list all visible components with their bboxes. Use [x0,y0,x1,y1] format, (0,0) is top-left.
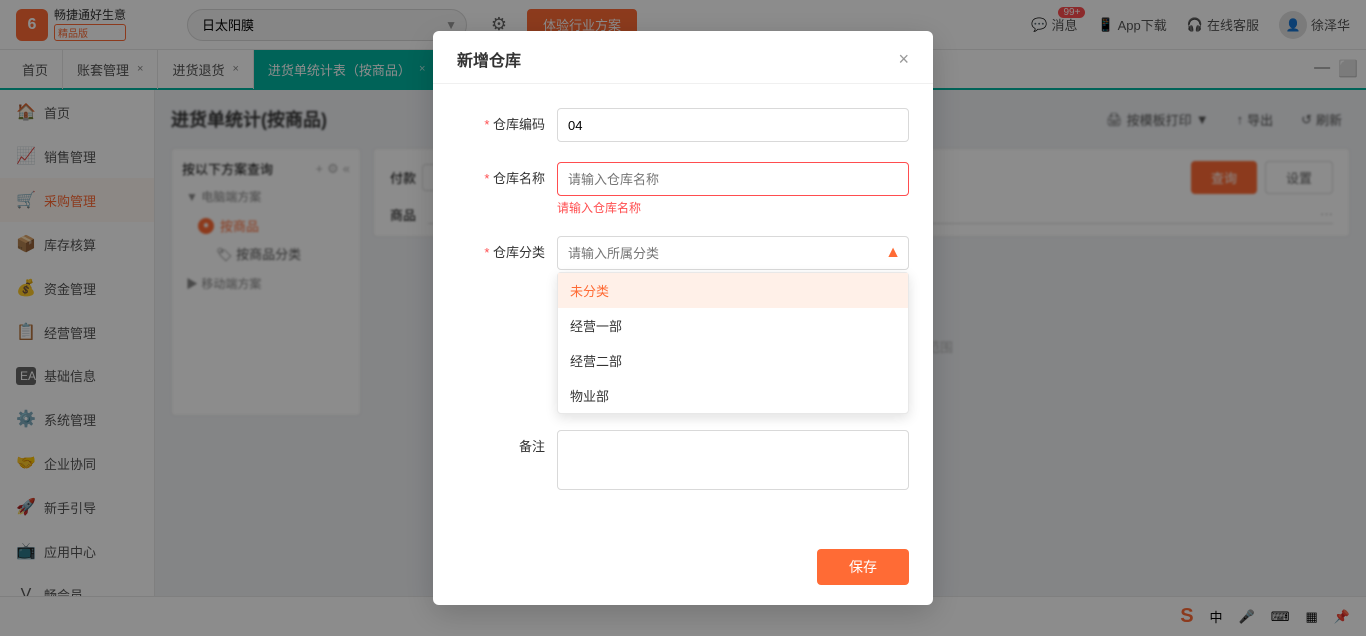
dropdown-item-unclassified[interactable]: 未分类 [558,273,908,308]
dropdown-item-dept3[interactable]: 物业部 [558,378,908,413]
category-select-wrap[interactable]: ▲ [557,236,909,270]
code-label: 仓库编码 [457,108,557,133]
code-input[interactable] [557,108,909,142]
form-row-code: 仓库编码 [457,108,909,142]
name-control: 请输入仓库名称 [557,162,909,216]
add-warehouse-dialog: 新增仓库 × 仓库编码 仓库名称 请输入仓库名称 仓库分类 [433,31,933,605]
form-row-name: 仓库名称 请输入仓库名称 [457,162,909,216]
category-arrow-icon[interactable]: ▲ [885,244,901,262]
dialog-body: 仓库编码 仓库名称 请输入仓库名称 仓库分类 ▲ [433,84,933,537]
category-label: 仓库分类 [457,236,557,261]
dialog-close-button[interactable]: × [898,49,909,70]
dialog-header: 新增仓库 × [433,31,933,84]
dialog-title: 新增仓库 [457,47,521,71]
category-input[interactable] [557,236,909,270]
form-row-notes: 备注 [457,430,909,493]
dropdown-item-dept2[interactable]: 经营二部 [558,343,908,378]
dialog-overlay: 新增仓库 × 仓库编码 仓库名称 请输入仓库名称 仓库分类 [0,0,1366,636]
notes-textarea[interactable] [557,430,909,490]
name-label: 仓库名称 [457,162,557,187]
notes-control [557,430,909,493]
name-error-msg: 请输入仓库名称 [557,199,909,216]
category-control[interactable]: ▲ 未分类 经营一部 经营二部 物业部 [557,236,909,270]
form-row-category: 仓库分类 ▲ 未分类 经营一部 经营二部 物业部 [457,236,909,270]
dialog-footer: 保存 [433,537,933,605]
save-button[interactable]: 保存 [817,549,909,585]
category-dropdown: 未分类 经营一部 经营二部 物业部 [557,272,909,414]
dropdown-item-dept1[interactable]: 经营一部 [558,308,908,343]
notes-label: 备注 [457,430,557,455]
code-control [557,108,909,142]
name-input[interactable] [557,162,909,196]
